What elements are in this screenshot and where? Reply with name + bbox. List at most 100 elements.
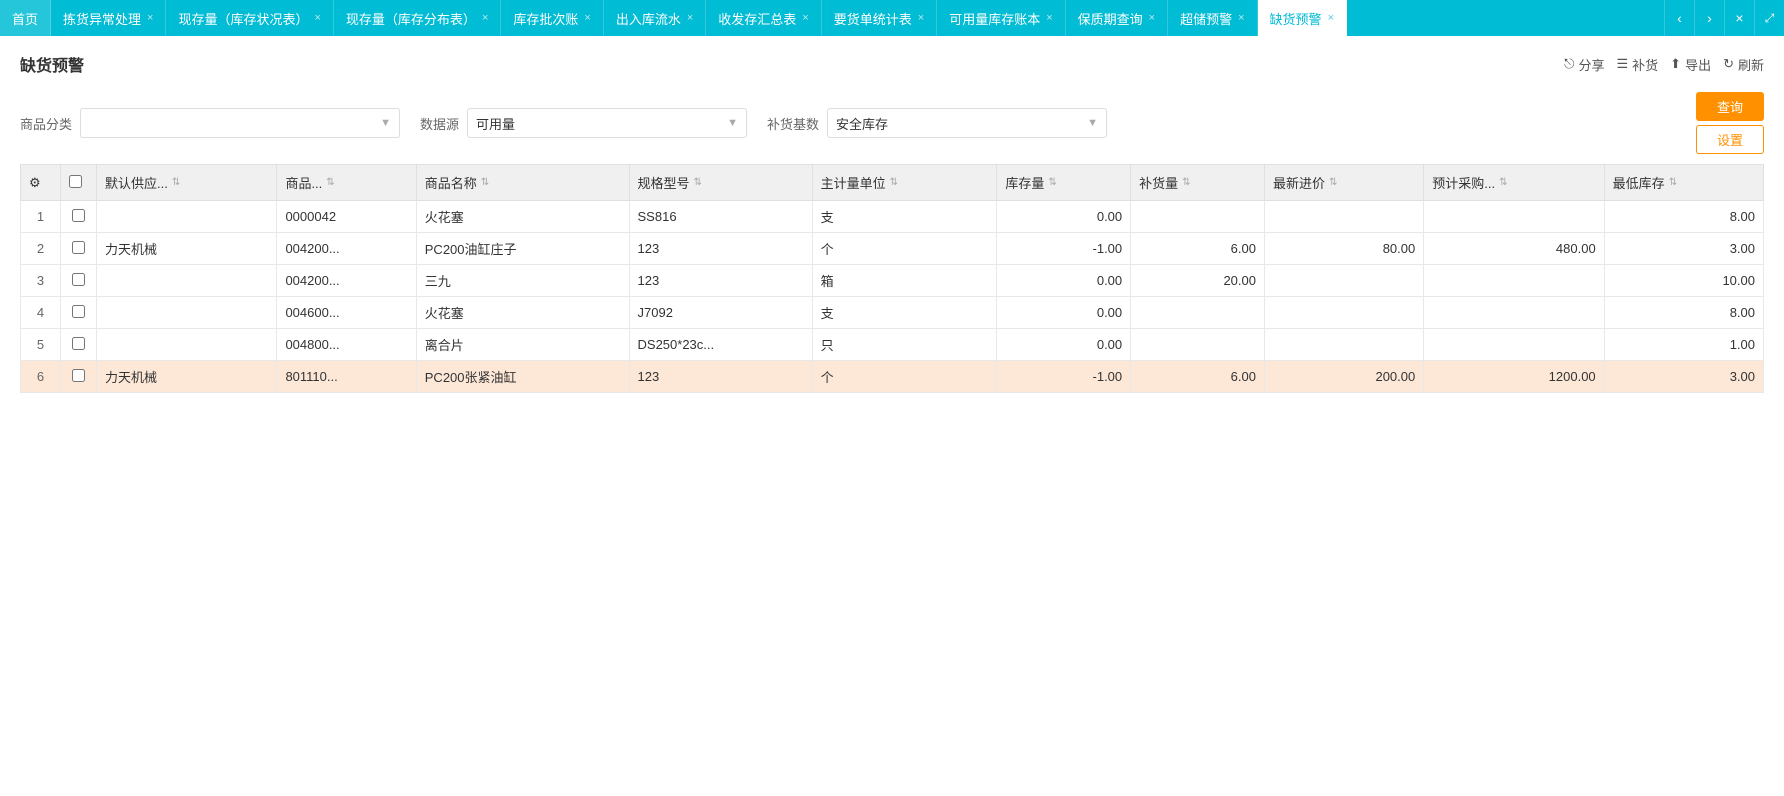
row-checkbox[interactable]	[72, 273, 85, 286]
row-number: 5	[21, 329, 61, 361]
nav-expand-button[interactable]: ⤢	[1754, 0, 1784, 36]
product-code-cell: 801110...	[277, 361, 416, 393]
close-icon[interactable]: ×	[314, 12, 320, 24]
sort-icon[interactable]: ⇅	[694, 177, 702, 188]
sort-icon[interactable]: ⇅	[172, 177, 180, 188]
page-header: 缺货预警 ⎋ 分享 ☰ 补货 ⬆ 导出 ↻ 刷新	[20, 52, 1764, 76]
nav-tab-inout-flow[interactable]: 出入库流水 ×	[604, 0, 706, 36]
estimated-purchase-cell	[1424, 329, 1604, 361]
nav-tab-home[interactable]: 首页	[0, 0, 51, 36]
row-checkbox[interactable]	[72, 209, 85, 222]
stock-cell: 0.00	[997, 329, 1131, 361]
row-checkbox-cell[interactable]	[61, 361, 97, 393]
table-row[interactable]: 1 0000042 火花塞 SS816 支 0.00 8.00	[21, 201, 1764, 233]
gear-icon[interactable]: ⚙	[29, 175, 41, 190]
nav-next-button[interactable]: ›	[1694, 0, 1724, 36]
stock-column-header: 库存量 ⇅	[997, 165, 1131, 201]
row-checkbox[interactable]	[72, 305, 85, 318]
unit-cell: 只	[812, 329, 997, 361]
row-checkbox[interactable]	[72, 369, 85, 382]
replenish-basis-select[interactable]: 安全库存 ▼	[827, 108, 1107, 138]
row-checkbox-cell[interactable]	[61, 233, 97, 265]
sort-icon[interactable]: ⇅	[326, 177, 334, 188]
table-row[interactable]: 2 力天机械 004200... PC200油缸庄子 123 个 -1.00 6…	[21, 233, 1764, 265]
sort-icon[interactable]: ⇅	[481, 177, 489, 188]
nav-tab-inventory-status[interactable]: 现存量（库存状况表） ×	[166, 0, 333, 36]
sort-icon[interactable]: ⇅	[1182, 177, 1190, 188]
row-checkbox-cell[interactable]	[61, 201, 97, 233]
close-icon[interactable]: ×	[1328, 12, 1334, 24]
estimated-purchase-cell	[1424, 297, 1604, 329]
nav-tab-inventory-dist[interactable]: 现存量（库存分布表） ×	[334, 0, 501, 36]
chevron-down-icon: ▼	[380, 117, 391, 129]
replenish-qty-cell: 6.00	[1131, 361, 1265, 393]
table-row[interactable]: 3 004200... 三九 123 箱 0.00 20.00 10.00	[21, 265, 1764, 297]
select-all-checkbox[interactable]	[69, 175, 82, 188]
min-stock-cell: 10.00	[1604, 265, 1763, 297]
close-icon[interactable]: ×	[687, 12, 693, 24]
min-stock-cell: 3.00	[1604, 361, 1763, 393]
share-button[interactable]: ⎋ 分享	[1564, 55, 1604, 74]
sort-icon[interactable]: ⇅	[890, 177, 898, 188]
table-row[interactable]: 4 004600... 火花塞 J7092 支 0.00 8.00	[21, 297, 1764, 329]
nav-tab-expiry-query[interactable]: 保质期查询 ×	[1066, 0, 1168, 36]
row-checkbox[interactable]	[72, 337, 85, 350]
sort-icon[interactable]: ⇅	[1669, 177, 1677, 188]
nav-tab-expiry-query-label: 保质期查询	[1078, 9, 1143, 28]
nav-tab-batch-account-label: 库存批次账	[513, 9, 578, 28]
nav-tab-available-ledger[interactable]: 可用量库存账本 ×	[937, 0, 1065, 36]
nav-tab-requisition-stats[interactable]: 要货单统计表 ×	[822, 0, 937, 36]
query-button[interactable]: 查询	[1696, 92, 1764, 121]
nav-tab-collect-summary[interactable]: 收发存汇总表 ×	[706, 0, 821, 36]
table-row[interactable]: 5 004800... 离合片 DS250*23c... 只 0.00 1.00	[21, 329, 1764, 361]
nav-tab-exception-label: 拣货异常处理	[63, 9, 141, 28]
close-icon[interactable]: ×	[918, 12, 924, 24]
nav-tab-shortage[interactable]: 缺货预警 ×	[1258, 0, 1347, 36]
nav-tab-batch-account[interactable]: 库存批次账 ×	[501, 0, 603, 36]
table-header-row: ⚙ 默认供应... ⇅ 商品... ⇅	[21, 165, 1764, 201]
datasource-select[interactable]: 可用量 ▼	[467, 108, 747, 138]
row-checkbox-cell[interactable]	[61, 265, 97, 297]
category-select[interactable]: ▼	[80, 108, 400, 138]
table-row[interactable]: 6 力天机械 801110... PC200张紧油缸 123 个 -1.00 6…	[21, 361, 1764, 393]
spec-cell: 123	[629, 265, 812, 297]
nav-close-button[interactable]: ×	[1724, 0, 1754, 36]
close-icon[interactable]: ×	[147, 12, 153, 24]
spec-cell: SS816	[629, 201, 812, 233]
settings-button[interactable]: 设置	[1696, 125, 1764, 154]
unit-cell: 个	[812, 361, 997, 393]
nav-tab-inventory-dist-label: 现存量（库存分布表）	[346, 9, 476, 28]
close-icon[interactable]: ×	[1149, 12, 1155, 24]
refresh-button[interactable]: ↻ 刷新	[1723, 55, 1764, 74]
replenish-button[interactable]: ☰ 补货	[1616, 55, 1658, 74]
nav-prev-button[interactable]: ‹	[1664, 0, 1694, 36]
replenish-qty-column-header: 补货量 ⇅	[1131, 165, 1265, 201]
spec-cell: 123	[629, 361, 812, 393]
product-name-column-label: 商品名称	[425, 173, 477, 192]
nav-tab-exception[interactable]: 拣货异常处理 ×	[51, 0, 166, 36]
sort-icon[interactable]: ⇅	[1048, 177, 1056, 188]
chevron-down-icon: ▼	[727, 117, 738, 129]
close-icon[interactable]: ×	[482, 12, 488, 24]
unit-cell: 支	[812, 297, 997, 329]
row-checkbox-cell[interactable]	[61, 297, 97, 329]
replenish-icon: ☰	[1616, 56, 1628, 72]
row-checkbox[interactable]	[72, 241, 85, 254]
settings-column-header[interactable]: ⚙	[21, 165, 61, 201]
spec-cell: 123	[629, 233, 812, 265]
nav-tab-overstock[interactable]: 超储预警 ×	[1168, 0, 1257, 36]
estimated-purchase-cell	[1424, 265, 1604, 297]
close-icon[interactable]: ×	[802, 12, 808, 24]
close-icon[interactable]: ×	[584, 12, 590, 24]
stock-cell: 0.00	[997, 265, 1131, 297]
sort-icon[interactable]: ⇅	[1499, 177, 1507, 188]
row-checkbox-cell[interactable]	[61, 329, 97, 361]
sort-icon[interactable]: ⇅	[1329, 177, 1337, 188]
min-stock-cell: 3.00	[1604, 233, 1763, 265]
nav-tab-available-ledger-label: 可用量库存账本	[949, 9, 1040, 28]
close-icon[interactable]: ×	[1238, 12, 1244, 24]
filter-actions: 查询 设置	[1696, 92, 1764, 154]
export-button[interactable]: ⬆ 导出	[1670, 55, 1711, 74]
close-icon[interactable]: ×	[1046, 12, 1052, 24]
unit-column-header: 主计量单位 ⇅	[812, 165, 997, 201]
